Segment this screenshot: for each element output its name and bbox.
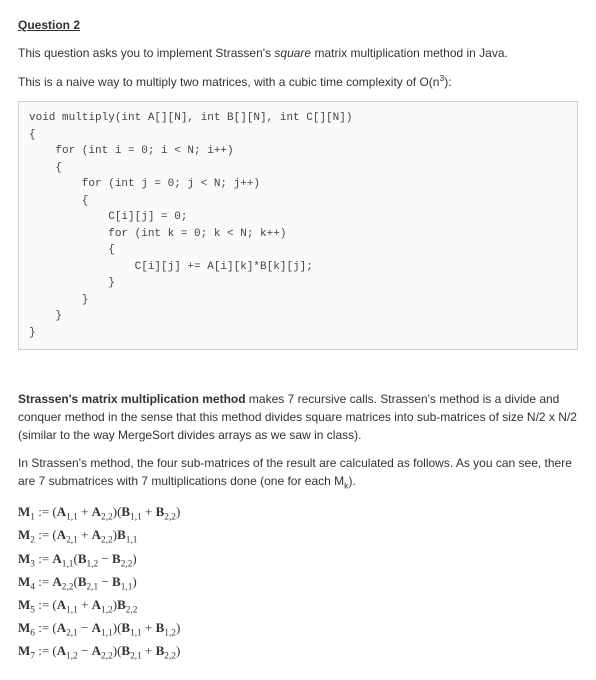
m3-sub: 3	[30, 559, 35, 569]
m6-a1: 2,1	[66, 628, 78, 638]
m2-sub: 2	[30, 536, 35, 546]
m7-sub: 7	[30, 652, 35, 662]
m7-b1: 2,1	[130, 652, 142, 662]
submatrix-paragraph: In Strassen's method, the four sub-matri…	[18, 454, 578, 492]
m4-b1: 2,1	[87, 582, 99, 592]
m5-b: 2,2	[126, 605, 138, 615]
formula-m4: M4 := A2,2(B2,1 − B1,1)	[18, 572, 578, 595]
m2-a2: 2,2	[101, 536, 113, 546]
m3-b2: 2,2	[121, 559, 133, 569]
naive-text-pre: This is a naive way to multiply two matr…	[18, 75, 439, 89]
m7-a1: 1,2	[66, 652, 78, 662]
m5-a1: 1,1	[66, 605, 78, 615]
intro-text-em: square	[274, 46, 311, 60]
formula-m2: M2 := (A2,1 + A2,2)B1,1	[18, 525, 578, 548]
m2-b: 1,1	[126, 536, 138, 546]
m6-b2: 1,2	[164, 628, 176, 638]
code-block: void multiply(int A[][N], int B[][N], in…	[18, 101, 578, 350]
submatrix-pre: In Strassen's method, the four sub-matri…	[18, 456, 572, 488]
m3-b1: 1,2	[87, 559, 99, 569]
m4-sub: 4	[30, 582, 35, 592]
m1-b2: 2,2	[164, 513, 176, 523]
strassen-strong: Strassen's matrix multiplication method	[18, 392, 246, 406]
m5-a2: 1,2	[101, 605, 113, 615]
m7-b2: 2,2	[164, 652, 176, 662]
m2-a1: 2,1	[66, 536, 78, 546]
m4-b2: 1,1	[121, 582, 133, 592]
m1-a2: 2,2	[101, 513, 113, 523]
m5-sub: 5	[30, 605, 35, 615]
m3-a: 1,1	[62, 559, 74, 569]
formula-m7: M7 := (A1,2 − A2,2)(B2,1 + B2,2)	[18, 641, 578, 664]
m6-a2: 1,1	[101, 628, 113, 638]
question-title: Question 2	[18, 16, 578, 34]
formula-m6: M6 := (A2,1 − A1,1)(B1,1 + B1,2)	[18, 618, 578, 641]
naive-paragraph: This is a naive way to multiply two matr…	[18, 72, 578, 91]
submatrix-post: ).	[348, 474, 355, 488]
intro-text-post: matrix multiplication method in Java.	[311, 46, 508, 60]
formula-m5: M5 := (A1,1 + A1,2)B2,2	[18, 595, 578, 618]
m6-sub: 6	[30, 628, 35, 638]
m1-b1: 1,1	[130, 513, 142, 523]
m1-a1: 1,1	[66, 513, 78, 523]
m7-a2: 2,2	[101, 652, 113, 662]
naive-text-post: ):	[444, 75, 451, 89]
intro-paragraph: This question asks you to implement Stra…	[18, 44, 578, 62]
strassen-paragraph: Strassen's matrix multiplication method …	[18, 390, 578, 444]
m1-sub: 1	[30, 513, 35, 523]
m4-a: 2,2	[62, 582, 74, 592]
m6-b1: 1,1	[130, 628, 142, 638]
formula-m3: M3 := A1,1(B1,2 − B2,2)	[18, 549, 578, 572]
intro-text-pre: This question asks you to implement Stra…	[18, 46, 274, 60]
formula-block: M1 := (A1,1 + A2,2)(B1,1 + B2,2) M2 := (…	[18, 502, 578, 664]
